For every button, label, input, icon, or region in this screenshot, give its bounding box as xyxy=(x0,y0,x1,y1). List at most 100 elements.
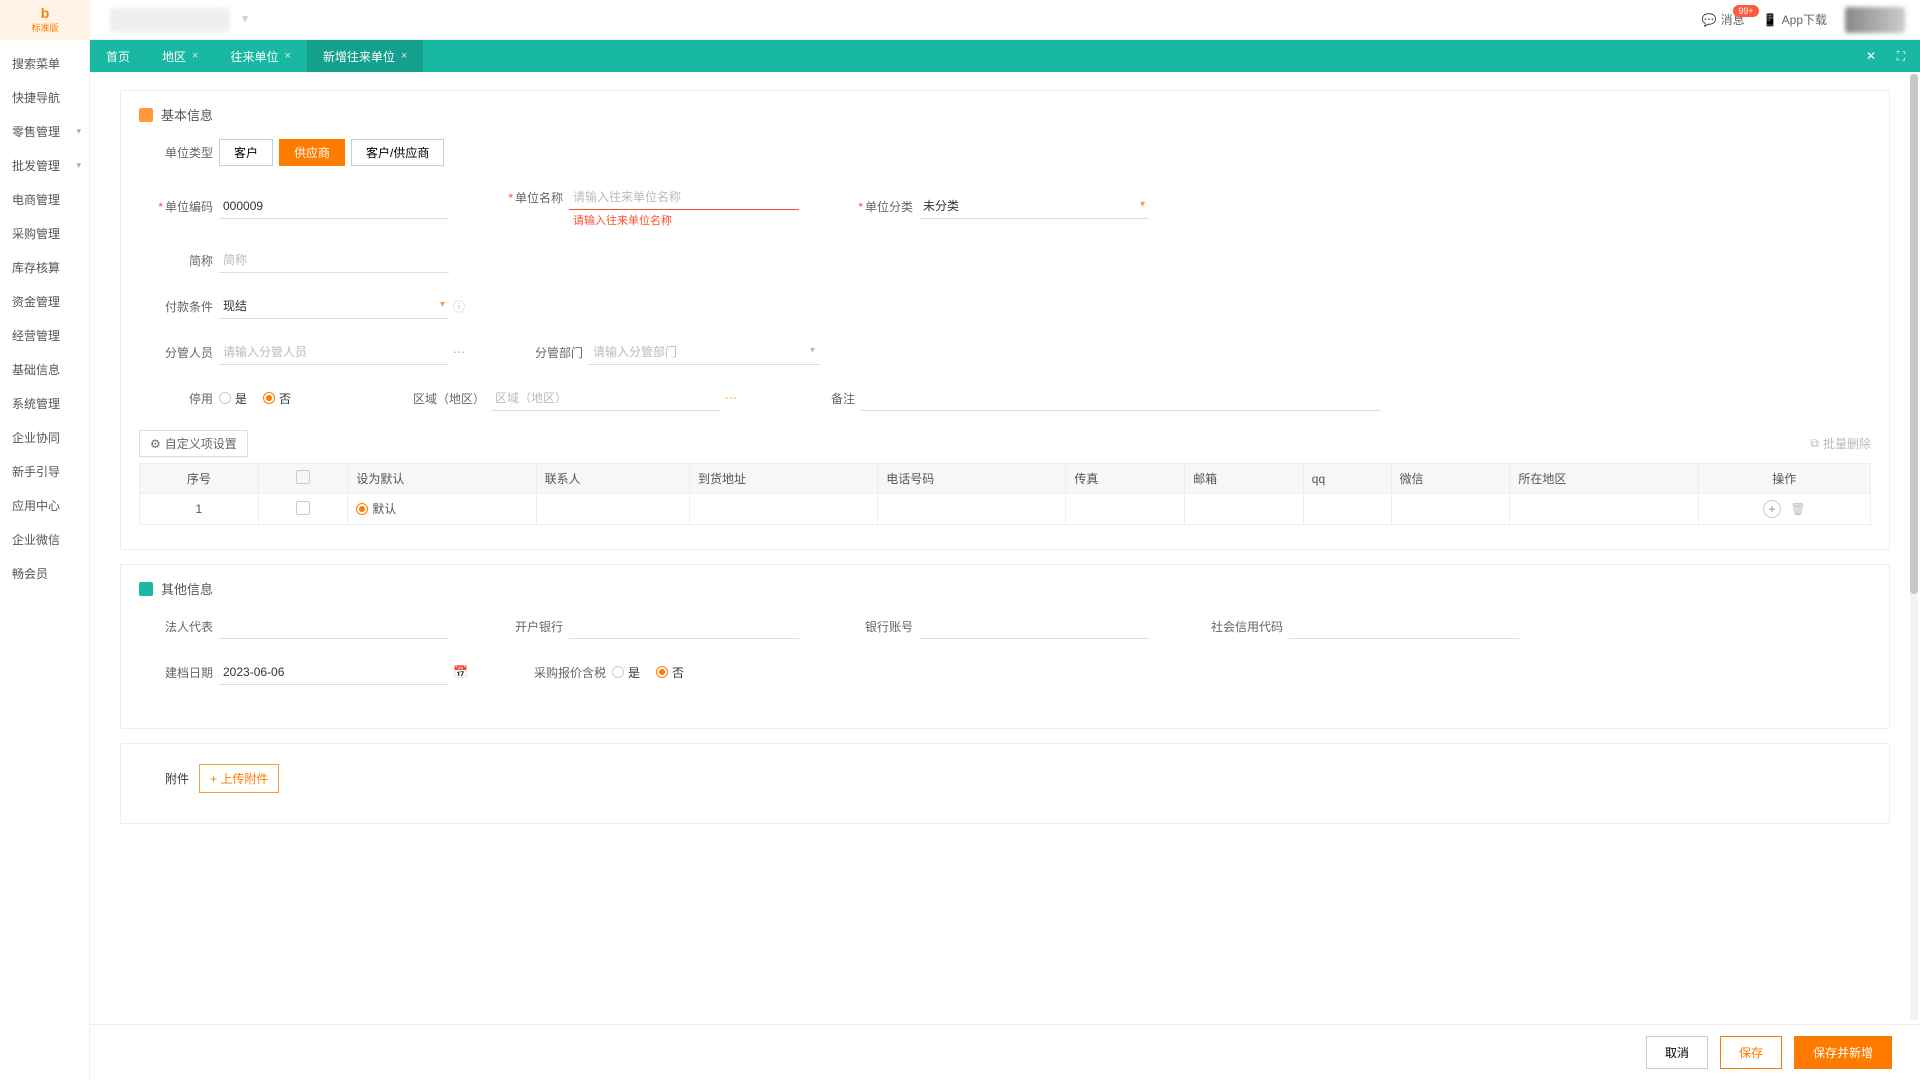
close-icon[interactable]: × xyxy=(401,50,407,62)
tab[interactable]: 往来单位× xyxy=(214,40,306,72)
manager-input[interactable] xyxy=(219,339,449,365)
tax-no-radio[interactable]: 否 xyxy=(656,664,684,681)
app-download-button[interactable]: 📱 App下载 xyxy=(1763,11,1827,28)
sidebar-item[interactable]: 企业微信 xyxy=(0,522,89,556)
sidebar-item[interactable]: 应用中心 xyxy=(0,488,89,522)
pay-term-select[interactable] xyxy=(219,293,449,319)
cell-wechat[interactable] xyxy=(1391,494,1510,525)
sidebar-item[interactable]: 企业协同 xyxy=(0,420,89,454)
close-icon[interactable]: × xyxy=(284,50,290,62)
legal-input[interactable] xyxy=(219,613,449,639)
createdate-input[interactable] xyxy=(219,659,449,685)
contacts-table-wrap: ⚙自定义项设置 ⧉批量删除 序号设为默认联系人到货地址电话号码传真邮箱qq微信所… xyxy=(139,430,1871,525)
scrollbar-thumb[interactable] xyxy=(1910,74,1918,594)
close-icon[interactable]: × xyxy=(192,50,198,62)
unit-type-option[interactable]: 客户/供应商 xyxy=(351,139,444,166)
region-input[interactable] xyxy=(491,385,721,411)
help-icon[interactable]: ⓘ xyxy=(449,298,469,315)
sidebar-item[interactable]: 库存核算 xyxy=(0,250,89,284)
sidebar-item[interactable]: 系统管理 xyxy=(0,386,89,420)
row-default-radio[interactable]: 默认 xyxy=(356,500,396,517)
save-button[interactable]: 保存 xyxy=(1720,1036,1782,1069)
bulk-delete-button[interactable]: ⧉批量删除 xyxy=(1810,430,1871,457)
more-icon[interactable]: ⋯ xyxy=(449,345,469,359)
unit-type-option[interactable]: 供应商 xyxy=(279,139,345,166)
remark-input[interactable] xyxy=(861,385,1381,411)
credit-input[interactable] xyxy=(1289,613,1519,639)
tabbar-right: ✕ ⛶ xyxy=(1858,40,1920,72)
save-and-new-button[interactable]: 保存并新增 xyxy=(1794,1036,1892,1069)
select-all-checkbox[interactable] xyxy=(296,470,310,484)
unit-code-label: 单位编码 xyxy=(165,200,213,214)
remark-label: 备注 xyxy=(831,392,855,406)
sidebar: 搜索菜单快捷导航零售管理▾批发管理▾电商管理采购管理库存核算资金管理经营管理基础… xyxy=(0,40,90,1080)
cell-fax[interactable] xyxy=(1066,494,1185,525)
basic-info-label: 基本信息 xyxy=(161,105,213,124)
dept-select[interactable] xyxy=(589,339,819,365)
sidebar-item[interactable]: 新手引导 xyxy=(0,454,89,488)
tax-yes-radio[interactable]: 是 xyxy=(612,664,640,681)
bankno-input[interactable] xyxy=(919,613,1149,639)
stop-yes-radio[interactable]: 是 xyxy=(219,390,247,407)
contacts-table: 序号设为默认联系人到货地址电话号码传真邮箱qq微信所在地区操作 1 默认 xyxy=(139,463,1871,525)
unit-code-input[interactable] xyxy=(219,193,449,219)
sidebar-item[interactable]: 零售管理▾ xyxy=(0,114,89,148)
short-name-input[interactable] xyxy=(219,247,449,273)
sidebar-item[interactable]: 批发管理▾ xyxy=(0,148,89,182)
unit-name-field: *单位名称 请输入往来单位名称 xyxy=(489,184,799,228)
scrollbar-track[interactable] xyxy=(1910,74,1918,1020)
unit-category-select[interactable] xyxy=(919,193,1149,219)
bank-input[interactable] xyxy=(569,613,799,639)
tabbar: 首页地区×往来单位×新增往来单位× ✕ ⛶ xyxy=(90,40,1920,72)
sidebar-item[interactable]: 采购管理 xyxy=(0,216,89,250)
other-info-card: 其他信息 法人代表 开户银行 银行账号 社会信用代码 建档日期 📅 xyxy=(120,564,1890,729)
credit-field: 社会信用代码 xyxy=(1189,612,1519,640)
sidebar-item[interactable]: 搜索菜单 xyxy=(0,46,89,80)
calendar-icon[interactable]: 📅 xyxy=(449,665,472,679)
cell-contact[interactable] xyxy=(536,494,689,525)
close-all-tabs-button[interactable]: ✕ xyxy=(1858,43,1884,69)
cell-address[interactable] xyxy=(690,494,878,525)
unit-type-segmented: 客户供应商客户/供应商 xyxy=(219,139,444,166)
copy-icon: ⧉ xyxy=(1810,436,1819,451)
stop-no-radio[interactable]: 否 xyxy=(263,390,291,407)
row-checkbox[interactable] xyxy=(296,501,310,515)
bank-field: 开户银行 xyxy=(489,612,799,640)
unit-type-option[interactable]: 客户 xyxy=(219,139,273,166)
cancel-button[interactable]: 取消 xyxy=(1646,1036,1708,1069)
custom-fields-button[interactable]: ⚙自定义项设置 xyxy=(139,430,248,457)
sidebar-item[interactable]: 资金管理 xyxy=(0,284,89,318)
chat-icon: 💬 xyxy=(1702,13,1717,27)
topbar-right: 💬 消息 99+ 📱 App下载 xyxy=(1702,7,1905,33)
table-header: 到货地址 xyxy=(690,464,878,494)
sidebar-item[interactable]: 畅会员 xyxy=(0,556,89,590)
cell-email[interactable] xyxy=(1185,494,1304,525)
sidebar-item[interactable]: 基础信息 xyxy=(0,352,89,386)
stop-field: 停用 是 否 xyxy=(139,384,291,412)
logo: b 标准版 xyxy=(0,0,90,40)
avatar[interactable] xyxy=(1845,7,1905,33)
tab[interactable]: 首页 xyxy=(90,40,146,72)
more-icon[interactable]: ⋯ xyxy=(721,391,741,405)
org-name-blurred xyxy=(110,8,230,32)
cell-region[interactable] xyxy=(1510,494,1698,525)
sidebar-item[interactable]: 经营管理 xyxy=(0,318,89,352)
upload-attachment-button[interactable]: + 上传附件 xyxy=(199,764,279,793)
messages-button[interactable]: 💬 消息 99+ xyxy=(1702,11,1745,28)
topbar-left: b 标准版 xyxy=(0,0,90,40)
form-body: 基本信息 单位类型 客户供应商客户/供应商 *单位编码 xyxy=(90,72,1920,1080)
attachment-card: 附件 + 上传附件 xyxy=(120,743,1890,824)
unit-name-input[interactable] xyxy=(569,184,799,210)
table-header: qq xyxy=(1303,464,1391,494)
add-row-button[interactable]: + xyxy=(1763,500,1781,518)
cell-phone[interactable] xyxy=(878,494,1066,525)
chevron-down-icon[interactable]: ▼ xyxy=(240,14,250,25)
fullscreen-button[interactable]: ⛶ xyxy=(1888,43,1914,69)
delete-row-button[interactable]: 🗑 xyxy=(1790,502,1805,516)
sidebar-item[interactable]: 电商管理 xyxy=(0,182,89,216)
topbar-center: ▼ xyxy=(90,8,1702,32)
tab[interactable]: 新增往来单位× xyxy=(307,40,423,72)
tab[interactable]: 地区× xyxy=(146,40,214,72)
sidebar-item[interactable]: 快捷导航 xyxy=(0,80,89,114)
cell-qq[interactable] xyxy=(1303,494,1391,525)
